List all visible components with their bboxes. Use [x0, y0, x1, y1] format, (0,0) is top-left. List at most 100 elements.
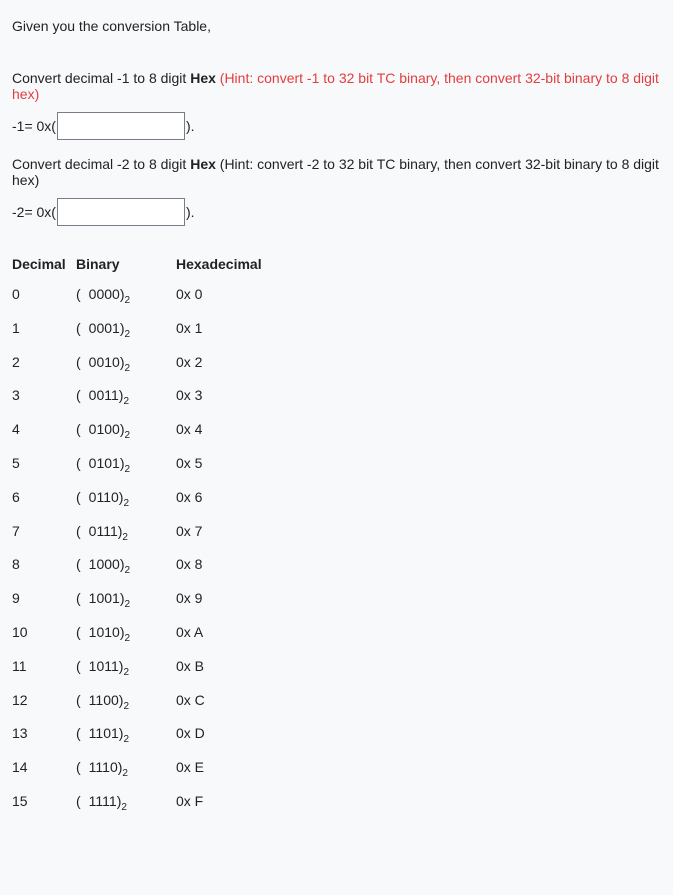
q1-bold: Hex — [190, 70, 216, 86]
intro-text: Given you the conversion Table, — [12, 18, 661, 34]
table-row: 13(1101)2 0x D — [12, 725, 661, 745]
binary-value: 1000) — [89, 556, 125, 572]
paren-icon: ( — [76, 658, 81, 674]
cell-hex: 0x 0 — [176, 286, 276, 302]
binary-value: 1100) — [89, 692, 124, 708]
subscript-2: 2 — [123, 734, 129, 745]
header-hex: Hexadecimal — [176, 256, 276, 272]
subscript-2: 2 — [123, 700, 129, 711]
paren-icon: ( — [76, 692, 81, 708]
q2-answer-input[interactable] — [57, 198, 185, 226]
paren-icon: ( — [76, 624, 81, 640]
cell-hex: 0x 4 — [176, 421, 276, 437]
cell-decimal: 15 — [12, 793, 76, 809]
binary-value: 0000) — [89, 286, 125, 302]
subscript-2: 2 — [123, 396, 129, 407]
cell-binary: (1010)2 — [76, 624, 176, 644]
cell-binary: (1100)2 — [76, 692, 176, 712]
paren-icon: ( — [76, 455, 81, 471]
paren-icon: ( — [76, 590, 81, 606]
table-row: 8(1000)20x 8 — [12, 556, 661, 576]
cell-binary: (0101)2 — [76, 455, 176, 475]
table-row: 0(0000)20x 0 — [12, 286, 661, 306]
paren-icon: ( — [76, 725, 81, 741]
q2-suffix: ). — [186, 204, 195, 220]
binary-value: 0110) — [89, 489, 124, 505]
header-decimal: Decimal — [12, 256, 76, 272]
cell-decimal: 11 — [12, 658, 76, 674]
subscript-2: 2 — [124, 599, 130, 610]
table-row: 1(0001)20x 1 — [12, 320, 661, 340]
q1-prefix: -1= 0x( — [12, 118, 56, 134]
conversion-table: Decimal Binary Hexadecimal 0(0000)20x 01… — [12, 256, 661, 813]
table-row: 14(1110)20x E — [12, 759, 661, 779]
question-2: Convert decimal -2 to 8 digit Hex (Hint:… — [12, 156, 661, 226]
paren-icon: ( — [76, 759, 81, 775]
cell-hex: 0x 6 — [176, 489, 276, 505]
q1-answer-input[interactable] — [57, 112, 185, 140]
cell-decimal: 4 — [12, 421, 76, 437]
cell-decimal: 14 — [12, 759, 76, 775]
q2-input-row: -2= 0x( ). — [12, 198, 661, 226]
cell-decimal: 5 — [12, 455, 76, 471]
cell-binary: (0111)2 — [76, 523, 176, 543]
paren-icon: ( — [76, 489, 81, 505]
paren-icon: ( — [76, 286, 81, 302]
subscript-2: 2 — [123, 498, 129, 509]
paren-icon: ( — [76, 421, 81, 437]
cell-binary: (0100)2 — [76, 421, 176, 441]
cell-binary: (0110)2 — [76, 489, 176, 509]
binary-value: 1001) — [89, 590, 125, 606]
cell-decimal: 8 — [12, 556, 76, 572]
subscript-2: 2 — [124, 565, 130, 576]
cell-binary: (1011)2 — [76, 658, 176, 678]
q1-suffix: ). — [186, 118, 195, 134]
paren-icon: ( — [76, 793, 81, 809]
cell-hex: 0x D — [176, 725, 276, 741]
table-row: 12(1100)20x C — [12, 692, 661, 712]
table-row: 2(0010)20x 2 — [12, 354, 661, 374]
table-row: 9(1001)2 0x 9 — [12, 590, 661, 610]
table-header-row: Decimal Binary Hexadecimal — [12, 256, 661, 272]
binary-value: 0100) — [89, 421, 125, 437]
cell-binary: (0001)2 — [76, 320, 176, 340]
cell-hex: 0x 3 — [176, 387, 276, 403]
cell-hex: 0x 9 — [176, 590, 276, 606]
table-row: 11(1011)20x B — [12, 658, 661, 678]
cell-decimal: 6 — [12, 489, 76, 505]
subscript-2: 2 — [124, 430, 130, 441]
cell-binary: (0010)2 — [76, 354, 176, 374]
paren-icon: ( — [76, 354, 81, 370]
binary-value: 1110) — [89, 759, 123, 775]
q2-text-a: Convert decimal -2 to 8 digit — [12, 156, 190, 172]
subscript-2: 2 — [124, 633, 130, 644]
cell-binary: (1110)2 — [76, 759, 176, 779]
paren-icon: ( — [76, 523, 81, 539]
q2-prefix: -2= 0x( — [12, 204, 56, 220]
subscript-2: 2 — [124, 295, 130, 306]
binary-value: 0011) — [89, 387, 124, 403]
binary-value: 1011) — [89, 658, 124, 674]
q1-input-row: -1= 0x( ). — [12, 112, 661, 140]
paren-icon: ( — [76, 387, 81, 403]
cell-hex: 0x E — [176, 759, 276, 775]
cell-decimal: 13 — [12, 725, 76, 741]
q1-text-a: Convert decimal -1 to 8 digit — [12, 70, 190, 86]
table-row: 3(0011)20x 3 — [12, 387, 661, 407]
binary-value: 1101) — [89, 725, 124, 741]
table-row: 6(0110)20x 6 — [12, 489, 661, 509]
cell-decimal: 12 — [12, 692, 76, 708]
subscript-2: 2 — [124, 464, 130, 475]
cell-hex: 0x 2 — [176, 354, 276, 370]
subscript-2: 2 — [122, 768, 128, 779]
table-row: 4(0100)20x 4 — [12, 421, 661, 441]
binary-value: 0010) — [89, 354, 125, 370]
cell-binary: (0011)2 — [76, 387, 176, 407]
paren-icon: ( — [76, 556, 81, 572]
binary-value: 1010) — [89, 624, 125, 640]
cell-decimal: 10 — [12, 624, 76, 640]
subscript-2: 2 — [121, 802, 127, 813]
subscript-2: 2 — [124, 362, 130, 373]
cell-decimal: 9 — [12, 590, 76, 606]
table-row: 5(0101)20x 5 — [12, 455, 661, 475]
